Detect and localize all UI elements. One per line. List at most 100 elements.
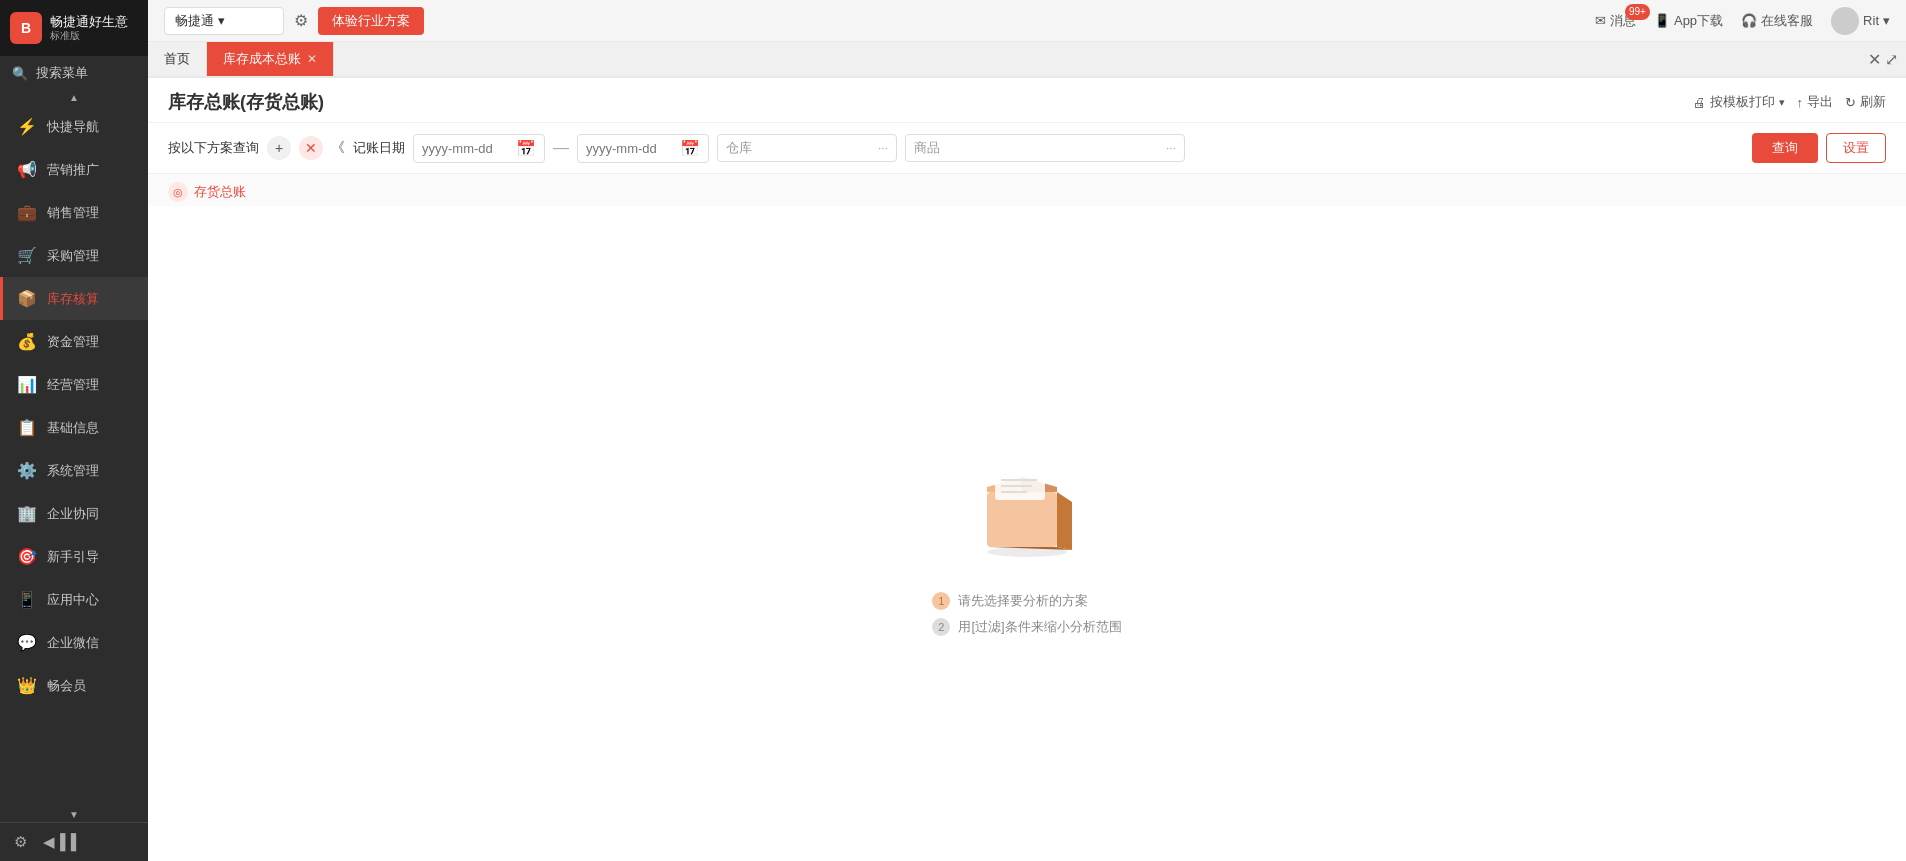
query-button[interactable]: 查询 — [1752, 133, 1818, 163]
company-name: 畅捷通 — [175, 12, 214, 30]
refresh-button[interactable]: ↻ 刷新 — [1845, 93, 1886, 111]
nav-icon-inventory: 📦 — [17, 289, 37, 308]
dropdown-chevron-icon: ▾ — [218, 13, 225, 28]
nav-icon-enterprise: 🏢 — [17, 504, 37, 523]
empty-tips: 1 请先选择要分析的方案 2 用[过滤]条件来缩小分析范围 — [932, 592, 1121, 636]
sidebar-item-enterprise[interactable]: 🏢企业协同 — [0, 492, 148, 535]
app-download-icon: 📱 — [1654, 13, 1670, 28]
filter-add-button[interactable]: + — [267, 136, 291, 160]
app-logo: B 畅捷通好生意 标准版 — [0, 0, 148, 56]
sidebar-nav: ⚡快捷导航📢营销推广💼销售管理🛒采购管理📦库存核算💰资金管理📊经营管理📋基础信息… — [0, 105, 148, 807]
svg-rect-0 — [987, 492, 1057, 547]
sidebar-item-member[interactable]: 👑畅会员 — [0, 664, 148, 707]
sidebar-item-marketing[interactable]: 📢营销推广 — [0, 148, 148, 191]
scheme-item[interactable]: ◎ 存货总账 — [168, 182, 246, 202]
sidebar-item-beginner[interactable]: 🎯新手引导 — [0, 535, 148, 578]
sidebar-item-operations[interactable]: 📊经营管理 — [0, 363, 148, 406]
product-select[interactable]: 商品 ··· — [905, 134, 1185, 162]
panel-resize-icon[interactable]: ⤢ — [1885, 50, 1898, 69]
empty-illustration-svg — [967, 452, 1087, 562]
user-chevron-icon: ▾ — [1883, 13, 1890, 28]
date-label: 记账日期 — [353, 139, 405, 157]
nav-icon-purchase: 🛒 — [17, 246, 37, 265]
page-title: 库存总账(存货总账) — [168, 90, 1693, 114]
filter-label: 按以下方案查询 — [168, 139, 259, 157]
scroll-up-button[interactable]: ▲ — [0, 90, 148, 105]
print-icon: 🖨 — [1693, 95, 1706, 110]
scheme-label: 存货总账 — [194, 183, 246, 201]
warehouse-select[interactable]: 仓库 ··· — [717, 134, 897, 162]
settings-button[interactable]: 设置 — [1826, 133, 1886, 163]
filter-clear-button[interactable]: ✕ — [299, 136, 323, 160]
sidebar-item-quick-nav[interactable]: ⚡快捷导航 — [0, 105, 148, 148]
filter-row: 按以下方案查询 + ✕ 《 记账日期 📅 — 📅 仓库 ··· — [168, 133, 1886, 163]
warehouse-more-icon: ··· — [878, 141, 888, 155]
user-name: Rit — [1863, 13, 1879, 28]
message-icon: ✉ — [1595, 13, 1606, 28]
date-separator: — — [553, 139, 569, 157]
sidebar-item-app-center[interactable]: 📱应用中心 — [0, 578, 148, 621]
sound-footer-icon[interactable]: ◀▐▐ — [43, 833, 76, 851]
svg-marker-5 — [1057, 492, 1072, 550]
message-button[interactable]: ✉ 消息 99+ — [1595, 12, 1636, 30]
date-end-field[interactable] — [586, 141, 676, 156]
company-dropdown[interactable]: 畅捷通 ▾ — [164, 7, 284, 35]
search-icon: 🔍 — [12, 66, 28, 81]
page-header-actions: 🖨 按模板打印 ▾ ↑ 导出 ↻ 刷新 — [1693, 93, 1887, 111]
nav-icon-system: ⚙️ — [17, 461, 37, 480]
nav-icon-quick-nav: ⚡ — [17, 117, 37, 136]
date-start-input[interactable]: 📅 — [413, 134, 545, 163]
refresh-icon: ↻ — [1845, 95, 1856, 110]
tip-num-1: 1 — [932, 592, 950, 610]
empty-illustration — [967, 452, 1087, 572]
nav-icon-beginner: 🎯 — [17, 547, 37, 566]
settings-footer-icon[interactable]: ⚙ — [14, 833, 27, 851]
nav-icon-wechat: 💬 — [17, 633, 37, 652]
tip-num-2: 2 — [932, 618, 950, 636]
scroll-down-button[interactable]: ▼ — [0, 807, 148, 822]
nav-icon-member: 👑 — [17, 676, 37, 695]
print-button[interactable]: 🖨 按模板打印 ▾ — [1693, 93, 1785, 111]
scheme-icon: ◎ — [168, 182, 188, 202]
tab-inventory-cost[interactable]: 库存成本总账 ✕ — [207, 42, 334, 76]
inner-page: 库存总账(存货总账) 🖨 按模板打印 ▾ ↑ 导出 ↻ 刷新 — [148, 78, 1906, 861]
industry-button[interactable]: 体验行业方案 — [318, 7, 424, 35]
svg-point-11 — [987, 547, 1067, 557]
tab-close-icon[interactable]: ✕ — [307, 52, 317, 66]
sidebar-item-purchase[interactable]: 🛒采购管理 — [0, 234, 148, 277]
gear-icon[interactable]: ⚙ — [294, 11, 308, 30]
online-service-button[interactable]: 🎧 在线客服 — [1741, 12, 1813, 30]
date-end-input[interactable]: 📅 — [577, 134, 709, 163]
export-button[interactable]: ↑ 导出 — [1797, 93, 1834, 111]
product-label: 商品 — [914, 139, 940, 157]
empty-tip-2: 2 用[过滤]条件来缩小分析范围 — [932, 618, 1121, 636]
topbar: 畅捷通 ▾ ⚙ 体验行业方案 ✉ 消息 99+ 📱 App下载 🎧 在线客服 R… — [148, 0, 1906, 42]
filter-collapse-icon[interactable]: 《 — [331, 139, 345, 157]
logo-text: 畅捷通好生意 标准版 — [50, 14, 128, 42]
page-header: 库存总账(存货总账) 🖨 按模板打印 ▾ ↑ 导出 ↻ 刷新 — [148, 78, 1906, 123]
nav-icon-finance: 💰 — [17, 332, 37, 351]
sidebar-item-wechat[interactable]: 💬企业微信 — [0, 621, 148, 664]
logo-icon: B — [10, 12, 42, 44]
empty-tip-1: 1 请先选择要分析的方案 — [932, 592, 1121, 610]
calendar-start-icon[interactable]: 📅 — [516, 139, 536, 158]
calendar-end-icon[interactable]: 📅 — [680, 139, 700, 158]
tab-home[interactable]: 首页 — [148, 42, 207, 76]
tab-home-label: 首页 — [164, 50, 190, 68]
nav-icon-operations: 📊 — [17, 375, 37, 394]
main-area: 畅捷通 ▾ ⚙ 体验行业方案 ✉ 消息 99+ 📱 App下载 🎧 在线客服 R… — [148, 0, 1906, 861]
panel-controls: ✕ ⤢ — [1868, 50, 1906, 69]
sidebar-item-finance[interactable]: 💰资金管理 — [0, 320, 148, 363]
date-start-field[interactable] — [422, 141, 512, 156]
user-menu[interactable]: Rit ▾ — [1831, 7, 1890, 35]
sidebar-item-sales[interactable]: 💼销售管理 — [0, 191, 148, 234]
panel-close-icon[interactable]: ✕ — [1868, 50, 1881, 69]
sidebar-item-inventory[interactable]: 📦库存核算 — [0, 277, 148, 320]
search-menu-item[interactable]: 🔍 搜索菜单 — [0, 56, 148, 90]
app-download-button[interactable]: 📱 App下载 — [1654, 12, 1723, 30]
scheme-row: ◎ 存货总账 — [148, 174, 1906, 206]
nav-icon-basic-info: 📋 — [17, 418, 37, 437]
sidebar-item-basic-info[interactable]: 📋基础信息 — [0, 406, 148, 449]
sidebar-item-system[interactable]: ⚙️系统管理 — [0, 449, 148, 492]
print-chevron-icon: ▾ — [1779, 96, 1785, 109]
